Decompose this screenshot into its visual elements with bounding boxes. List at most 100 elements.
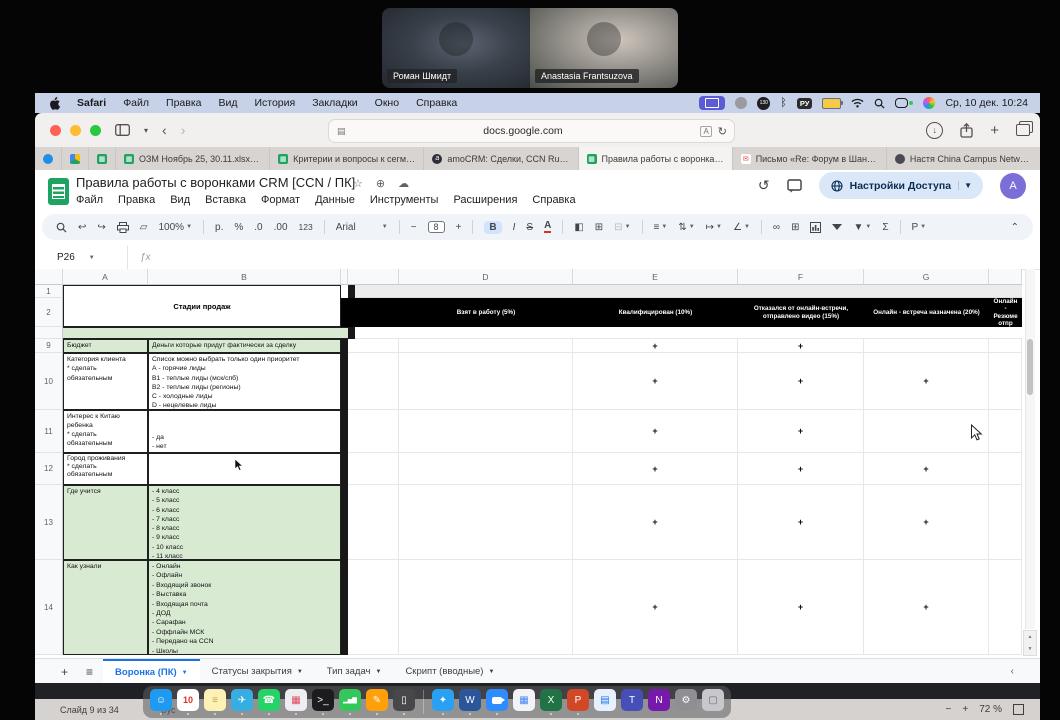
- row-header[interactable]: 13: [35, 485, 63, 560]
- macos-menu-item-0[interactable]: Файл: [123, 97, 149, 109]
- percent-format-button[interactable]: %: [234, 222, 243, 233]
- currency-format-button[interactable]: р.: [215, 222, 223, 233]
- cell-h[interactable]: [989, 410, 1022, 453]
- decrease-decimals-button[interactable]: .0: [254, 222, 262, 233]
- horizontal-align-icon[interactable]: ≡ ▼: [654, 222, 668, 233]
- document-title[interactable]: Правила работы с воронками CRM [CCN / ПК…: [76, 175, 355, 190]
- chevron-down-icon[interactable]: ▼: [375, 669, 381, 675]
- status-badge-icon[interactable]: 130: [757, 96, 771, 110]
- row-header[interactable]: 2: [35, 298, 63, 327]
- approval-status-icon[interactable]: ⊕: [376, 177, 385, 190]
- translate-icon[interactable]: A: [700, 125, 712, 137]
- text-wrap-icon[interactable]: ↦ ▼: [706, 222, 722, 233]
- row-header[interactable]: 10: [35, 353, 63, 410]
- row-header[interactable]: 1: [35, 285, 63, 298]
- formula-input[interactable]: ƒx: [127, 246, 151, 269]
- zoom-select[interactable]: 100% ▼: [158, 222, 192, 233]
- search-icon[interactable]: [56, 222, 67, 233]
- teams-icon[interactable]: T: [620, 689, 644, 715]
- macos-menu-item-3[interactable]: История: [254, 97, 295, 109]
- cell-d[interactable]: [399, 453, 573, 485]
- excel-icon[interactable]: X: [539, 689, 563, 715]
- browser-tab-active[interactable]: ▦ Правила работы с воронками...: [578, 147, 733, 170]
- cell-c[interactable]: [348, 453, 399, 485]
- macos-menu-item-6[interactable]: Справка: [416, 97, 457, 109]
- cell-g[interactable]: +: [864, 560, 989, 655]
- pinned-tab[interactable]: ▦: [89, 147, 116, 170]
- select-all-corner[interactable]: [35, 269, 63, 285]
- telegram-icon[interactable]: ✈: [230, 689, 254, 715]
- cell-e[interactable]: +: [573, 339, 738, 353]
- pinned-tab[interactable]: [35, 147, 62, 170]
- cell-g[interactable]: [864, 339, 989, 353]
- sheet-tab[interactable]: Скрипт (вводные) ▼: [393, 659, 506, 684]
- pinned-tab[interactable]: [62, 147, 89, 170]
- apple-logo-icon[interactable]: [49, 96, 60, 110]
- macos-menu-item-5[interactable]: Окно: [375, 97, 399, 109]
- cell-f[interactable]: +: [738, 485, 864, 560]
- browser-tab[interactable]: ✉ Письмо «Re: Форум в Шанха...: [733, 147, 887, 170]
- cell-f[interactable]: +: [738, 353, 864, 410]
- cell-a[interactable]: Интерес к Китаю ребенка * сделать обязат…: [63, 410, 148, 453]
- comments-icon[interactable]: [786, 178, 802, 193]
- row-header[interactable]: 12: [35, 453, 63, 485]
- zoom-window-button[interactable]: [90, 124, 101, 136]
- address-bar[interactable]: ▤ docs.google.com A ↻: [328, 119, 735, 143]
- undo-icon[interactable]: ↩: [78, 222, 86, 233]
- cell-a[interactable]: Категория клиента * сделать обязательным: [63, 353, 148, 410]
- font-select[interactable]: Arial ▼: [336, 222, 388, 233]
- sheets-menu-item-6[interactable]: Инструменты: [370, 194, 439, 206]
- star-icon[interactable]: ☆: [353, 177, 363, 190]
- cell-a[interactable]: Где учится: [63, 485, 148, 560]
- stage-cell[interactable]: Отказался от онлайн-встречи, отправлено …: [738, 298, 864, 327]
- cell-f[interactable]: +: [738, 410, 864, 453]
- bold-button[interactable]: B: [484, 220, 502, 234]
- active-app-name[interactable]: Safari: [77, 97, 106, 109]
- hidden-column-marker[interactable]: [341, 269, 348, 285]
- cell-d[interactable]: [399, 485, 573, 560]
- increase-decimals-button[interactable]: .00: [274, 222, 288, 233]
- sheets-logo-icon[interactable]: [48, 178, 69, 205]
- sheets-menu-item-4[interactable]: Формат: [261, 194, 300, 206]
- input-language-badge[interactable]: РУ: [796, 97, 813, 109]
- row-header[interactable]: [35, 327, 63, 339]
- stats-app-icon[interactable]: ▂▅▇: [338, 689, 362, 715]
- wifi-icon[interactable]: [851, 98, 864, 108]
- cell-e[interactable]: +: [573, 453, 738, 485]
- sheet-tab[interactable]: Тип задач ▼: [315, 659, 394, 684]
- macos-menu-item-4[interactable]: Закладки: [312, 97, 357, 109]
- cell-c[interactable]: [348, 339, 399, 353]
- scroll-tabs-icon[interactable]: ‹: [1011, 666, 1014, 677]
- new-tab-icon[interactable]: +: [990, 122, 999, 139]
- cell-c[interactable]: [348, 410, 399, 453]
- search-icon[interactable]: [874, 98, 885, 109]
- stage-cell[interactable]: Квалифицирован (10%): [573, 298, 738, 327]
- close-window-button[interactable]: [50, 124, 61, 136]
- insert-chart-icon[interactable]: [810, 221, 822, 233]
- browser-tab[interactable]: a amoCRM: Сделки, CCN Russia: [424, 147, 579, 170]
- cell-f[interactable]: +: [738, 453, 864, 485]
- cell-h[interactable]: [989, 353, 1022, 410]
- number-format-button[interactable]: 123: [299, 222, 313, 232]
- row-header[interactable]: 14: [35, 560, 63, 655]
- all-sheets-icon[interactable]: ≡: [86, 665, 93, 679]
- column-header-h[interactable]: [989, 269, 1022, 285]
- chevron-down-icon[interactable]: ▼: [297, 669, 303, 675]
- cell-b[interactable]: - Онлайн - Офлайн - Входящий звонок - Вы…: [148, 560, 341, 655]
- print-icon[interactable]: [116, 221, 129, 233]
- cell-h[interactable]: [989, 453, 1022, 485]
- cell-d[interactable]: [399, 339, 573, 353]
- browser-tab[interactable]: Настя China Campus Network...: [887, 147, 1040, 170]
- create-filter-icon[interactable]: [832, 224, 843, 230]
- cell-h[interactable]: [989, 485, 1022, 560]
- row-header[interactable]: 9: [35, 339, 63, 353]
- chevron-down-icon[interactable]: ▼: [488, 669, 494, 675]
- pages-icon[interactable]: ✎: [365, 689, 389, 715]
- onenote-icon[interactable]: N: [647, 689, 671, 715]
- name-box[interactable]: P26 ▼: [35, 252, 127, 263]
- hidden-rows-band[interactable]: [63, 327, 348, 339]
- column-header-f[interactable]: F: [738, 269, 864, 285]
- dock-app-icon[interactable]: ▦: [512, 689, 536, 715]
- column-header-c[interactable]: [348, 269, 399, 285]
- cell-g[interactable]: [864, 410, 989, 453]
